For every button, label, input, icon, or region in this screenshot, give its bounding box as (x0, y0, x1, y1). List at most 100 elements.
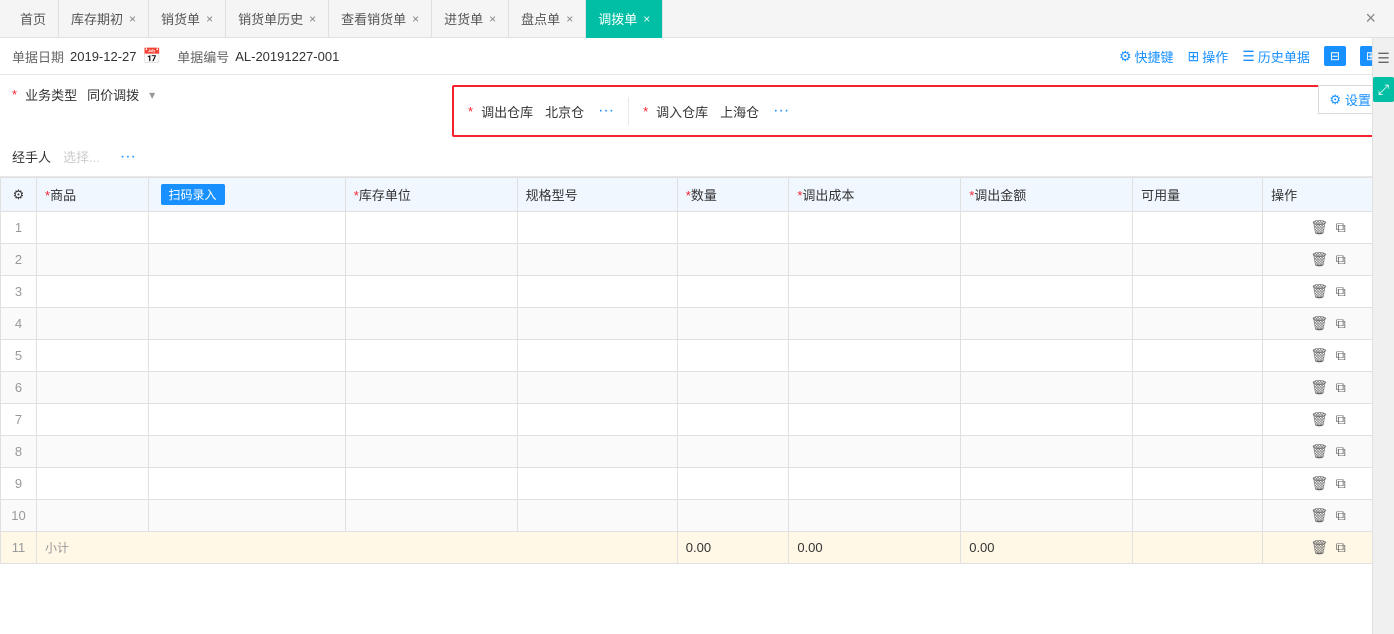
tab-purchase-close[interactable]: × (489, 12, 496, 26)
cost-cell[interactable] (789, 404, 961, 436)
tab-inventory-init-close[interactable]: × (129, 12, 136, 26)
cost-cell[interactable] (789, 308, 961, 340)
qty-cell[interactable] (677, 340, 789, 372)
cost-cell[interactable] (789, 436, 961, 468)
delete-row-icon[interactable]: 🗑 (1308, 377, 1330, 398)
cost-cell[interactable] (789, 340, 961, 372)
calendar-icon[interactable]: 📅 (143, 47, 162, 65)
qty-cell[interactable] (677, 468, 789, 500)
tab-sales-history[interactable]: 销货单历史 × (226, 0, 329, 38)
spec-cell[interactable] (517, 340, 677, 372)
unit-cell[interactable] (345, 276, 517, 308)
unit-cell[interactable] (345, 436, 517, 468)
tab-stocktake-close[interactable]: × (566, 12, 573, 26)
spec-cell[interactable] (517, 404, 677, 436)
tab-sales-order[interactable]: 销货单 × (149, 0, 226, 38)
col-gear[interactable]: ⚙ (1, 178, 37, 212)
amount-cell[interactable] (961, 276, 1133, 308)
global-close-button[interactable]: × (1355, 8, 1386, 29)
product-cell[interactable] (37, 244, 149, 276)
history-button[interactable]: ☰ 历史单据 (1242, 47, 1310, 66)
cost-cell[interactable] (789, 468, 961, 500)
product-cell[interactable] (37, 212, 149, 244)
tab-sales-order-close[interactable]: × (206, 12, 213, 26)
copy-row-icon[interactable]: ⧉ (1334, 473, 1348, 494)
delete-row-icon[interactable]: 🗑 (1308, 249, 1330, 270)
unit-cell[interactable] (345, 372, 517, 404)
unit-cell[interactable] (345, 308, 517, 340)
delete-row-icon[interactable]: 🗑 (1308, 281, 1330, 302)
amount-cell[interactable] (961, 308, 1133, 340)
delete-icon[interactable]: 🗑 (1308, 537, 1330, 558)
product-cell[interactable] (37, 340, 149, 372)
grid-view-button[interactable]: ⊟ (1324, 46, 1346, 66)
qty-cell[interactable] (677, 276, 789, 308)
amount-cell[interactable] (961, 340, 1133, 372)
cost-cell[interactable] (789, 372, 961, 404)
sidebar-list-icon[interactable]: ☰ (1373, 46, 1394, 71)
product-cell[interactable] (37, 468, 149, 500)
out-warehouse-more[interactable]: ··· (598, 102, 614, 120)
unit-cell[interactable] (345, 404, 517, 436)
tab-transfer[interactable]: 调拨单 × (586, 0, 663, 38)
spec-cell[interactable] (517, 308, 677, 340)
copy-row-icon[interactable]: ⧉ (1334, 217, 1348, 238)
product-cell[interactable] (37, 500, 149, 532)
spec-cell[interactable] (517, 276, 677, 308)
qty-cell[interactable] (677, 308, 789, 340)
qty-cell[interactable] (677, 372, 789, 404)
tab-stocktake[interactable]: 盘点单 × (509, 0, 586, 38)
handler-more[interactable]: ··· (120, 148, 136, 166)
spec-cell[interactable] (517, 372, 677, 404)
cost-cell[interactable] (789, 212, 961, 244)
qty-cell[interactable] (677, 212, 789, 244)
tab-transfer-close[interactable]: × (643, 12, 650, 26)
qty-cell[interactable] (677, 436, 789, 468)
copy-row-icon[interactable]: ⧉ (1334, 345, 1348, 366)
unit-cell[interactable] (345, 468, 517, 500)
copy-row-icon[interactable]: ⧉ (1334, 441, 1348, 462)
copy-row-icon[interactable]: ⧉ (1334, 505, 1348, 526)
tab-purchase[interactable]: 进货单 × (432, 0, 509, 38)
product-cell[interactable] (37, 404, 149, 436)
copy-row-icon[interactable]: ⧉ (1334, 377, 1348, 398)
unit-cell[interactable] (345, 340, 517, 372)
scan-button[interactable]: 扫码录入 (161, 184, 225, 205)
amount-cell[interactable] (961, 468, 1133, 500)
sidebar-expand-icon[interactable]: ⤢ (1373, 77, 1394, 102)
amount-cell[interactable] (961, 244, 1133, 276)
tab-sales-history-close[interactable]: × (309, 12, 316, 26)
product-cell[interactable] (37, 276, 149, 308)
copy-row-icon[interactable]: ⧉ (1334, 249, 1348, 270)
copy-row-icon[interactable]: ⧉ (1334, 281, 1348, 302)
copy-row-icon[interactable]: ⧉ (1334, 313, 1348, 334)
tab-view-sales[interactable]: 查看销货单 × (329, 0, 432, 38)
unit-cell[interactable] (345, 212, 517, 244)
unit-cell[interactable] (345, 244, 517, 276)
product-cell[interactable] (37, 308, 149, 340)
amount-cell[interactable] (961, 212, 1133, 244)
amount-cell[interactable] (961, 436, 1133, 468)
business-type-dropdown[interactable]: ▾ (149, 88, 155, 102)
amount-cell[interactable] (961, 372, 1133, 404)
unit-cell[interactable] (345, 500, 517, 532)
delete-row-icon[interactable]: 🗑 (1308, 505, 1330, 526)
tab-view-sales-close[interactable]: × (412, 12, 419, 26)
operations-button[interactable]: ⊞ 操作 (1188, 47, 1229, 66)
cost-cell[interactable] (789, 500, 961, 532)
copy-icon[interactable]: ⧉ (1334, 537, 1348, 558)
tab-home[interactable]: 首页 (8, 0, 59, 38)
delete-row-icon[interactable]: 🗑 (1308, 441, 1330, 462)
delete-row-icon[interactable]: 🗑 (1308, 217, 1330, 238)
delete-row-icon[interactable]: 🗑 (1308, 473, 1330, 494)
amount-cell[interactable] (961, 500, 1133, 532)
in-warehouse-more[interactable]: ··· (773, 102, 789, 120)
delete-row-icon[interactable]: 🗑 (1308, 345, 1330, 366)
spec-cell[interactable] (517, 244, 677, 276)
spec-cell[interactable] (517, 468, 677, 500)
qty-cell[interactable] (677, 404, 789, 436)
cost-cell[interactable] (789, 276, 961, 308)
amount-cell[interactable] (961, 404, 1133, 436)
shortcuts-button[interactable]: ⚙ 快捷键 (1119, 47, 1174, 66)
tab-inventory-init[interactable]: 库存期初 × (59, 0, 149, 38)
